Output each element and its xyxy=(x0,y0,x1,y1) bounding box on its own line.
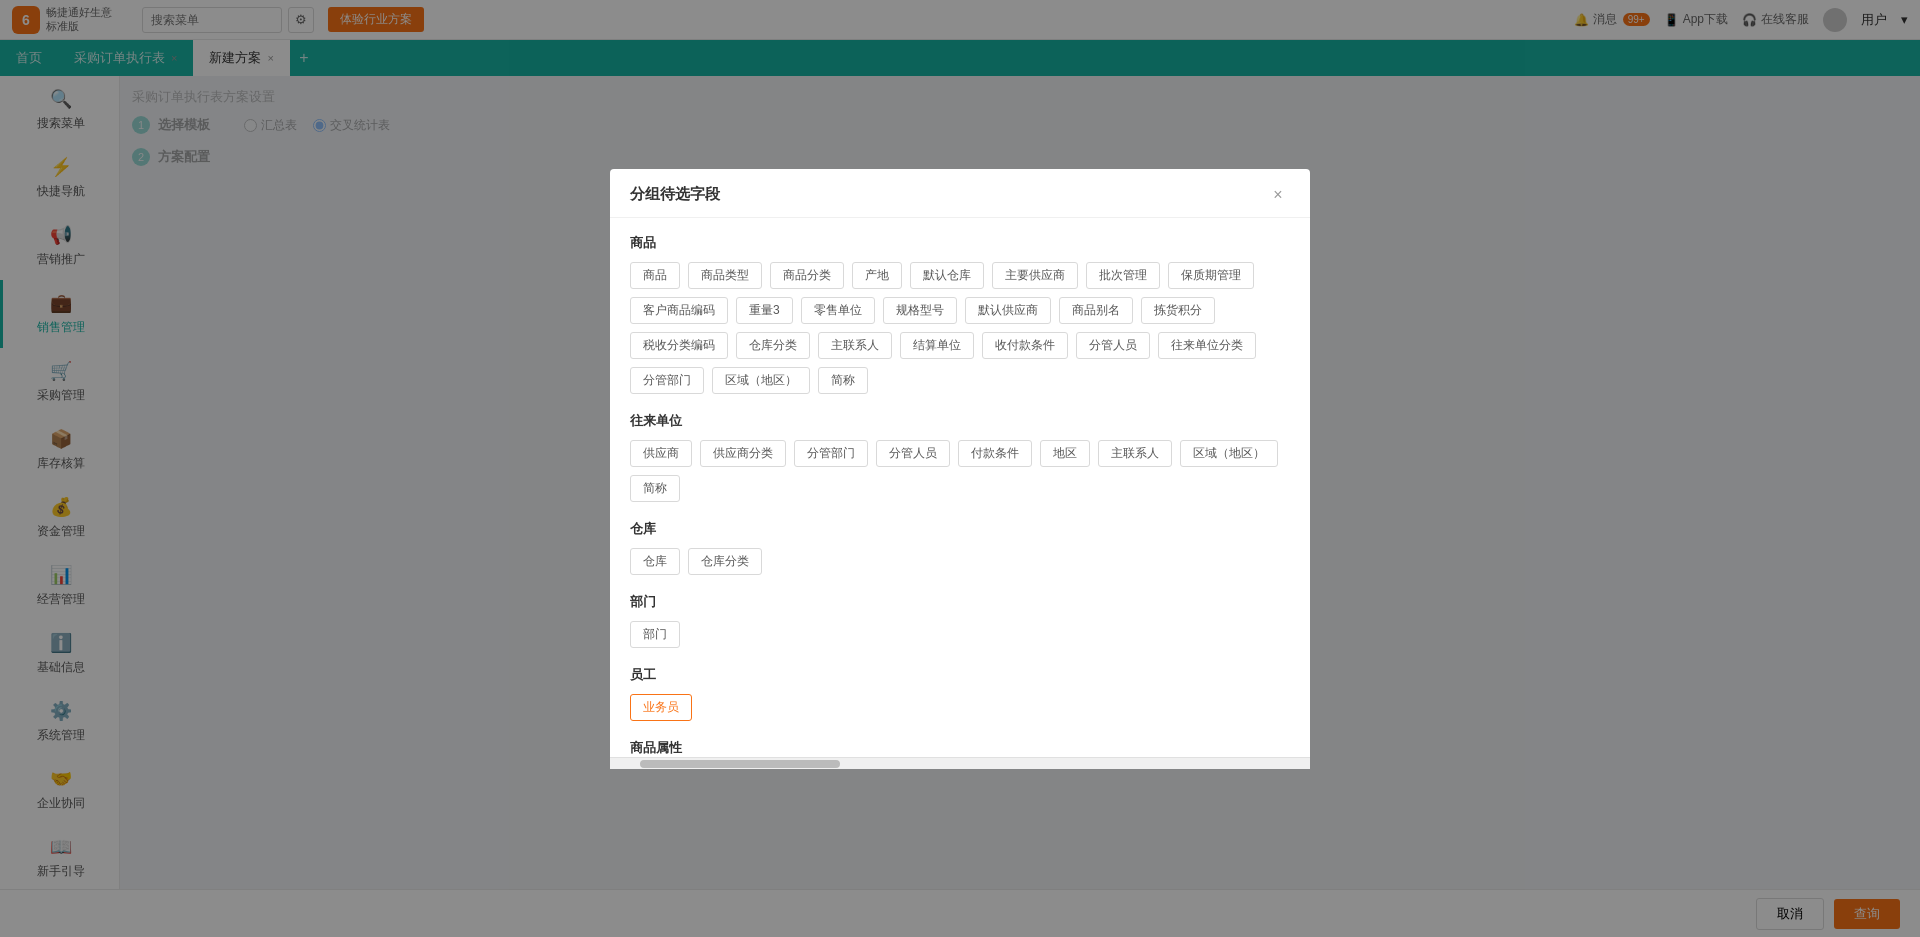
field-tag[interactable]: 供应商分类 xyxy=(700,440,786,467)
field-group-department-title: 部门 xyxy=(630,593,1290,611)
field-tag[interactable]: 主要供应商 xyxy=(992,262,1078,289)
field-group-product-attr-title: 商品属性 xyxy=(630,739,1290,757)
modal-header: 分组待选字段 × xyxy=(610,169,1310,218)
field-list-product: 商品 商品类型 商品分类 产地 默认仓库 主要供应商 批次管理 保质期管理 客户… xyxy=(630,262,1290,394)
field-group-warehouse: 仓库 仓库 仓库分类 xyxy=(630,520,1290,575)
field-tag[interactable]: 客户商品编码 xyxy=(630,297,728,324)
field-tag[interactable]: 分管部门 xyxy=(630,367,704,394)
field-group-product-title: 商品 xyxy=(630,234,1290,252)
field-tag[interactable]: 产地 xyxy=(852,262,902,289)
field-tag[interactable]: 区域（地区） xyxy=(712,367,810,394)
field-tag[interactable]: 拣货积分 xyxy=(1141,297,1215,324)
field-group-partner-title: 往来单位 xyxy=(630,412,1290,430)
modal-close-button[interactable]: × xyxy=(1266,183,1290,207)
field-tag[interactable]: 收付款条件 xyxy=(982,332,1068,359)
field-group-employee-title: 员工 xyxy=(630,666,1290,684)
field-tag[interactable]: 付款条件 xyxy=(958,440,1032,467)
field-tag[interactable]: 主联系人 xyxy=(818,332,892,359)
field-tag[interactable]: 地区 xyxy=(1040,440,1090,467)
field-tag[interactable]: 结算单位 xyxy=(900,332,974,359)
field-tag[interactable]: 往来单位分类 xyxy=(1158,332,1256,359)
field-group-warehouse-title: 仓库 xyxy=(630,520,1290,538)
field-group-product-attr: 商品属性 属性 颜色 多规格 尺码 鞋码 1 xyxy=(630,739,1290,757)
field-group-department: 部门 部门 xyxy=(630,593,1290,648)
modal-horizontal-scrollbar[interactable] xyxy=(610,757,1310,769)
field-tag[interactable]: 分管部门 xyxy=(794,440,868,467)
field-tag[interactable]: 默认仓库 xyxy=(910,262,984,289)
field-tag[interactable]: 业务员 xyxy=(630,694,692,721)
modal-overlay: 分组待选字段 × 商品 商品 商品类型 商品分类 产地 默认仓库 主要供应商 批… xyxy=(0,0,1920,937)
modal-body: 商品 商品 商品类型 商品分类 产地 默认仓库 主要供应商 批次管理 保质期管理… xyxy=(610,218,1310,757)
field-list-department: 部门 xyxy=(630,621,1290,648)
field-tag[interactable]: 简称 xyxy=(818,367,868,394)
modal-hscroll-thumb[interactable] xyxy=(640,760,840,768)
field-tag[interactable]: 商品 xyxy=(630,262,680,289)
field-tag[interactable]: 仓库分类 xyxy=(688,548,762,575)
field-tag[interactable]: 仓库分类 xyxy=(736,332,810,359)
field-tag[interactable]: 保质期管理 xyxy=(1168,262,1254,289)
field-group-product: 商品 商品 商品类型 商品分类 产地 默认仓库 主要供应商 批次管理 保质期管理… xyxy=(630,234,1290,394)
field-list-warehouse: 仓库 仓库分类 xyxy=(630,548,1290,575)
modal-title: 分组待选字段 xyxy=(630,185,720,204)
field-tag[interactable]: 重量3 xyxy=(736,297,793,324)
modal-dialog: 分组待选字段 × 商品 商品 商品类型 商品分类 产地 默认仓库 主要供应商 批… xyxy=(610,169,1310,769)
field-tag[interactable]: 仓库 xyxy=(630,548,680,575)
field-list-employee: 业务员 xyxy=(630,694,1290,721)
field-list-partner: 供应商 供应商分类 分管部门 分管人员 付款条件 地区 主联系人 区域（地区） … xyxy=(630,440,1290,502)
field-group-employee: 员工 业务员 xyxy=(630,666,1290,721)
field-tag[interactable]: 税收分类编码 xyxy=(630,332,728,359)
field-tag[interactable]: 供应商 xyxy=(630,440,692,467)
field-tag[interactable]: 部门 xyxy=(630,621,680,648)
field-tag[interactable]: 规格型号 xyxy=(883,297,957,324)
field-tag[interactable]: 默认供应商 xyxy=(965,297,1051,324)
field-tag[interactable]: 商品类型 xyxy=(688,262,762,289)
field-tag[interactable]: 批次管理 xyxy=(1086,262,1160,289)
field-tag[interactable]: 主联系人 xyxy=(1098,440,1172,467)
field-tag[interactable]: 零售单位 xyxy=(801,297,875,324)
field-tag[interactable]: 分管人员 xyxy=(1076,332,1150,359)
field-tag[interactable]: 商品别名 xyxy=(1059,297,1133,324)
field-tag[interactable]: 分管人员 xyxy=(876,440,950,467)
field-group-partner: 往来单位 供应商 供应商分类 分管部门 分管人员 付款条件 地区 主联系人 区域… xyxy=(630,412,1290,502)
field-tag[interactable]: 商品分类 xyxy=(770,262,844,289)
field-tag[interactable]: 简称 xyxy=(630,475,680,502)
field-tag[interactable]: 区域（地区） xyxy=(1180,440,1278,467)
